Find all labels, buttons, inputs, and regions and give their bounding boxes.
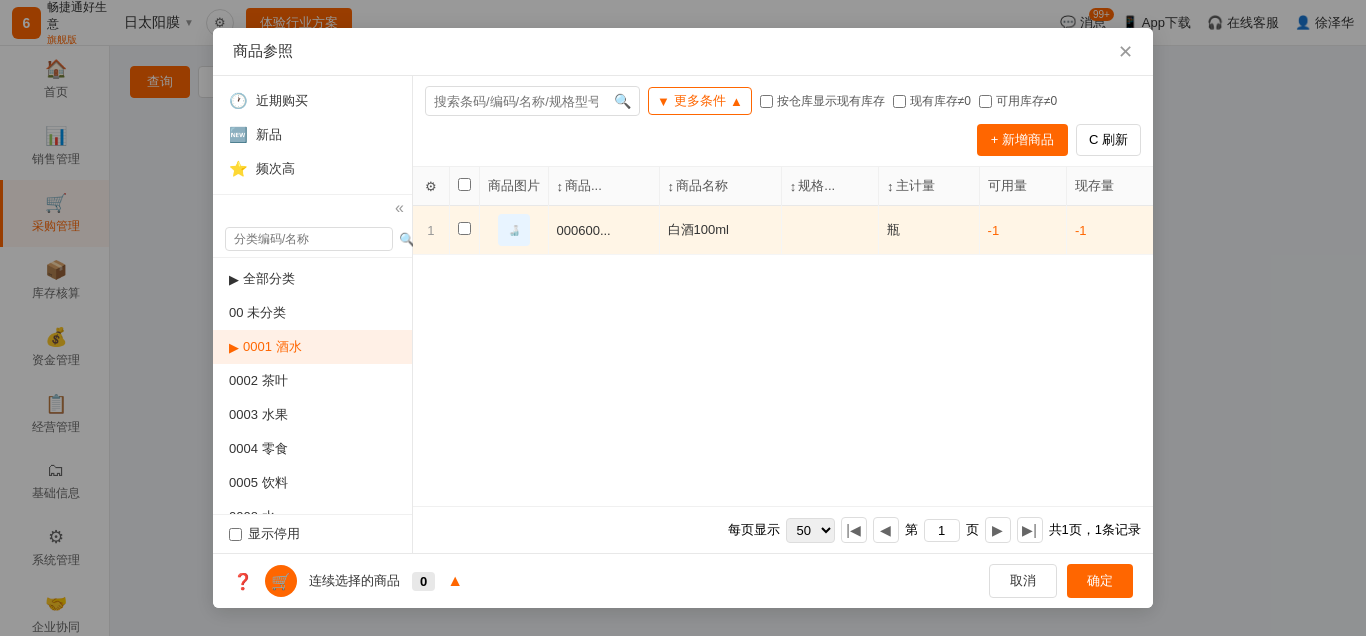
page-size-select[interactable]: 50 bbox=[786, 518, 835, 543]
th-code[interactable]: ↕ 商品... bbox=[548, 167, 659, 206]
th-settings[interactable]: ⚙ bbox=[413, 167, 449, 206]
category-item-0008[interactable]: 0008 水 bbox=[213, 500, 412, 514]
row-checkbox[interactable] bbox=[458, 222, 471, 235]
product-search-icon[interactable]: 🔍 bbox=[606, 93, 639, 109]
product-reference-modal: 商品参照 ✕ 🕐 近期购买 🆕 新品 ⭐ bbox=[213, 28, 1153, 608]
category-item-00[interactable]: 00 未分类 bbox=[213, 296, 412, 330]
row-unit: 瓶 bbox=[879, 206, 980, 255]
th-unit[interactable]: ↕ 主计量 bbox=[879, 167, 980, 206]
warehouse-display-checkbox-label[interactable]: 按仓库显示现有库存 bbox=[760, 93, 885, 110]
shortcut-new[interactable]: 🆕 新品 bbox=[213, 118, 412, 152]
category-item-0001[interactable]: ▶ 0001 酒水 bbox=[213, 330, 412, 364]
add-product-button[interactable]: + 新增商品 bbox=[977, 124, 1068, 156]
row-available: -1 bbox=[979, 206, 1066, 255]
category-search-input[interactable] bbox=[225, 227, 393, 251]
th-available[interactable]: 可用量 bbox=[979, 167, 1066, 206]
show-disabled-label[interactable]: 显示停用 bbox=[248, 525, 300, 543]
sort-spec-icon: ↕ bbox=[790, 179, 797, 194]
stock-ne0-checkbox-label[interactable]: 现有库存≠0 bbox=[893, 93, 971, 110]
filter-up-icon: ▲ bbox=[730, 94, 743, 109]
frequent-icon: ⭐ bbox=[229, 160, 248, 178]
left-panel: 🕐 近期购买 🆕 新品 ⭐ 频次高 « bbox=[213, 76, 413, 553]
row-spec bbox=[781, 206, 878, 255]
modal-title: 商品参照 bbox=[233, 42, 293, 61]
next-page-btn[interactable]: ▶ bbox=[985, 517, 1011, 543]
collapse-left-icon: « bbox=[395, 199, 404, 217]
recent-icon: 🕐 bbox=[229, 92, 248, 110]
page-suffix: 页 bbox=[966, 521, 979, 539]
th-spec[interactable]: ↕ 规格... bbox=[781, 167, 878, 206]
table-header-row: ⚙ 商品图片 ↕ 商品... bbox=[413, 167, 1153, 206]
category-all[interactable]: ▶ 全部分类 bbox=[213, 262, 412, 296]
show-disabled-checkbox[interactable] bbox=[229, 528, 242, 541]
more-filter-button[interactable]: ▼ 更多条件 ▲ bbox=[648, 87, 752, 115]
category-item-0003[interactable]: 0003 水果 bbox=[213, 398, 412, 432]
row-code: 000600... bbox=[548, 206, 659, 255]
modal-close-icon[interactable]: ✕ bbox=[1118, 43, 1133, 61]
available-ne0-checkbox-label[interactable]: 可用库存≠0 bbox=[979, 93, 1057, 110]
sort-unit-icon: ↕ bbox=[887, 179, 894, 194]
modal-header: 商品参照 ✕ bbox=[213, 28, 1153, 76]
collapse-panel-btn[interactable]: « bbox=[213, 195, 412, 221]
shortcut-recent[interactable]: 🕐 近期购买 bbox=[213, 84, 412, 118]
sort-icon: ↕ bbox=[557, 179, 564, 194]
row-image: 🍶 bbox=[479, 206, 548, 255]
product-thumbnail: 🍶 bbox=[498, 214, 530, 246]
table-row[interactable]: 1 🍶 000600... 白酒100ml 瓶 bbox=[413, 206, 1153, 255]
continuous-select-label: 连续选择的商品 bbox=[309, 572, 400, 590]
selected-count-badge: 0 bbox=[412, 572, 435, 591]
modal-body: 🕐 近期购买 🆕 新品 ⭐ 频次高 « bbox=[213, 76, 1153, 553]
th-current[interactable]: 现存量 bbox=[1066, 167, 1153, 206]
shortcut-frequent[interactable]: ⭐ 频次高 bbox=[213, 152, 412, 186]
search-box: 🔍 bbox=[425, 86, 640, 116]
category-item-0002[interactable]: 0002 茶叶 bbox=[213, 364, 412, 398]
shortcuts-section: 🕐 近期购买 🆕 新品 ⭐ 频次高 bbox=[213, 76, 412, 195]
row-current: -1 bbox=[1066, 206, 1153, 255]
table-area: ⚙ 商品图片 ↕ 商品... bbox=[413, 167, 1153, 506]
page-label: 第 bbox=[905, 521, 918, 539]
first-page-btn[interactable]: |◀ bbox=[841, 517, 867, 543]
category-item-0005[interactable]: 0005 饮料 bbox=[213, 466, 412, 500]
category-item-0004[interactable]: 0004 零食 bbox=[213, 432, 412, 466]
th-image: 商品图片 bbox=[479, 167, 548, 206]
th-checkbox[interactable] bbox=[449, 167, 479, 206]
page-size-label: 每页显示 bbox=[728, 521, 780, 539]
category-active-icon: ▶ bbox=[229, 340, 239, 355]
available-ne0-checkbox[interactable] bbox=[979, 95, 992, 108]
category-expand-icon: ▶ bbox=[229, 272, 239, 287]
prev-page-btn[interactable]: ◀ bbox=[873, 517, 899, 543]
modal-overlay: 商品参照 ✕ 🕐 近期购买 🆕 新品 ⭐ bbox=[0, 0, 1366, 636]
category-list: ▶ 全部分类 00 未分类 ▶ 0001 酒水 0002 茶叶 0003 水果 bbox=[213, 258, 412, 514]
toolbar-row: 🔍 ▼ 更多条件 ▲ 按仓库显示现有库存 现有库存≠0 bbox=[413, 76, 1153, 167]
refresh-button[interactable]: C 刷新 bbox=[1076, 124, 1141, 156]
warehouse-display-checkbox[interactable] bbox=[760, 95, 773, 108]
category-search-area: 🔍 bbox=[213, 221, 412, 258]
total-text: 共1页，1条记录 bbox=[1049, 521, 1141, 539]
modal-footer: ❓ 🛒 连续选择的商品 0 ▲ 取消 确定 bbox=[213, 553, 1153, 608]
confirm-button[interactable]: 确定 bbox=[1067, 564, 1133, 598]
row-checkbox-cell[interactable] bbox=[449, 206, 479, 255]
page-number-input[interactable] bbox=[924, 519, 960, 542]
left-panel-footer: 显示停用 bbox=[213, 514, 412, 553]
product-table: ⚙ 商品图片 ↕ 商品... bbox=[413, 167, 1153, 255]
toolbar-right: + 新增商品 C 刷新 bbox=[977, 124, 1141, 156]
product-search-input[interactable] bbox=[426, 94, 606, 109]
th-name[interactable]: ↕ 商品名称 bbox=[659, 167, 781, 206]
collapse-footer-icon[interactable]: ▲ bbox=[447, 572, 463, 590]
row-name: 白酒100ml bbox=[659, 206, 781, 255]
sort-name-icon: ↕ bbox=[668, 179, 675, 194]
filter-icon: ▼ bbox=[657, 94, 670, 109]
row-num: 1 bbox=[413, 206, 449, 255]
pagination-row: 每页显示 50 |◀ ◀ 第 页 ▶ ▶| 共1页，1条记录 bbox=[413, 506, 1153, 553]
stock-ne0-checkbox[interactable] bbox=[893, 95, 906, 108]
select-all-checkbox[interactable] bbox=[458, 178, 471, 191]
right-panel: 🔍 ▼ 更多条件 ▲ 按仓库显示现有库存 现有库存≠0 bbox=[413, 76, 1153, 553]
footer-right: 取消 确定 bbox=[989, 564, 1133, 598]
cancel-button[interactable]: 取消 bbox=[989, 564, 1057, 598]
last-page-btn[interactable]: ▶| bbox=[1017, 517, 1043, 543]
new-icon: 🆕 bbox=[229, 126, 248, 144]
cart-icon[interactable]: 🛒 bbox=[265, 565, 297, 597]
help-icon[interactable]: ❓ bbox=[233, 572, 253, 591]
